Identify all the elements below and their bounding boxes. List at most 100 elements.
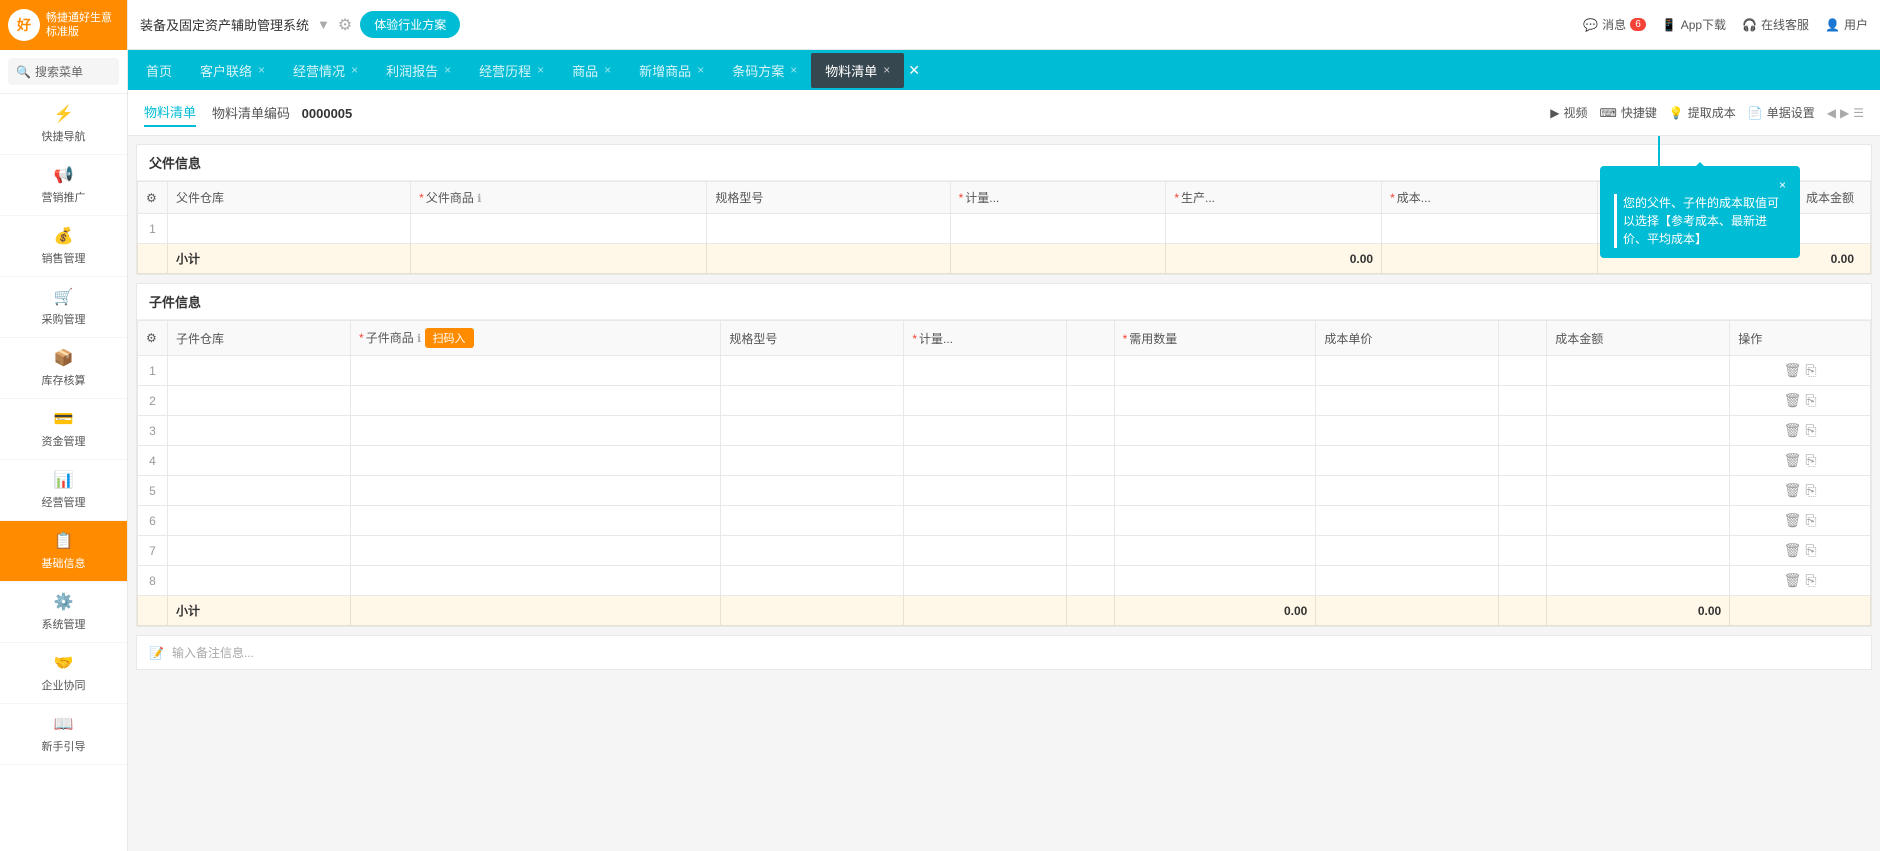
child-amount-6[interactable] <box>1547 506 1730 536</box>
delete-icon-7[interactable]: 🗑 <box>1784 542 1802 559</box>
delete-icon-1[interactable]: 🗑 <box>1784 362 1802 379</box>
child-unit-cost-7[interactable] <box>1316 536 1499 566</box>
delete-icon-2[interactable]: 🗑 <box>1784 392 1802 409</box>
sidebar-item-finance[interactable]: 💳 资金管理 <box>0 399 127 460</box>
child-qty-5[interactable] <box>1114 476 1316 506</box>
child-spec-3[interactable] <box>721 416 904 446</box>
child-spec-6[interactable] <box>721 506 904 536</box>
user-menu-button[interactable]: 👤 用户 <box>1825 16 1868 33</box>
child-qty-4[interactable] <box>1114 446 1316 476</box>
child-unit-cost-8[interactable] <box>1316 566 1499 596</box>
tab-bom[interactable]: 物料清单 × <box>811 53 904 88</box>
child-warehouse-2[interactable] <box>168 386 351 416</box>
child-amount-8[interactable] <box>1547 566 1730 596</box>
child-warehouse-6[interactable] <box>168 506 351 536</box>
app-download-button[interactable]: 📱 App下载 <box>1662 16 1726 33</box>
child-unit-1[interactable] <box>904 356 1066 386</box>
sidebar-item-guide[interactable]: 📖 新手引导 <box>0 704 127 765</box>
settings-icon[interactable]: ⚙ <box>338 15 352 35</box>
parent-spec-1[interactable] <box>707 214 950 244</box>
copy-icon-4[interactable]: ⎘ <box>1805 452 1816 469</box>
message-button[interactable]: 💬 消息 6 <box>1583 16 1646 33</box>
sidebar-item-operations[interactable]: 📊 经营管理 <box>0 460 127 521</box>
child-unit-cost-4[interactable] <box>1316 446 1499 476</box>
tab-new-goods[interactable]: 新增商品 × <box>625 53 718 88</box>
delete-icon-4[interactable]: 🗑 <box>1784 452 1802 469</box>
sidebar-item-inventory[interactable]: 📦 库存核算 <box>0 338 127 399</box>
delete-icon-5[interactable]: 🗑 <box>1784 482 1802 499</box>
child-warehouse-8[interactable] <box>168 566 351 596</box>
child-qty-1[interactable] <box>1114 356 1316 386</box>
tab-customer[interactable]: 客户联络 × <box>186 53 279 88</box>
child-spec-2[interactable] <box>721 386 904 416</box>
prev-button[interactable]: ◀ <box>1827 106 1836 120</box>
note-placeholder[interactable]: 输入备注信息... <box>172 644 254 661</box>
child-goods-5[interactable] <box>351 476 721 506</box>
search-menu-button[interactable]: 🔍 搜索菜单 <box>8 58 119 85</box>
child-warehouse-4[interactable] <box>168 446 351 476</box>
close-all-tabs[interactable]: ✕ <box>908 62 920 79</box>
tab-operations-close[interactable]: × <box>351 63 358 77</box>
experience-button[interactable]: 体验行业方案 <box>360 11 460 38</box>
tab-history-close[interactable]: × <box>537 63 544 77</box>
doc-settings-button[interactable]: 📄 单据设置 <box>1748 104 1815 121</box>
copy-icon-2[interactable]: ⎘ <box>1805 392 1816 409</box>
child-qty-8[interactable] <box>1114 566 1316 596</box>
child-qty-7[interactable] <box>1114 536 1316 566</box>
sidebar-item-basic-info[interactable]: 📋 基础信息 <box>0 521 127 582</box>
tooltip-close-button[interactable]: × <box>1779 176 1786 194</box>
parent-unit-1[interactable] <box>950 214 1166 244</box>
child-unit-7[interactable] <box>904 536 1066 566</box>
child-spec-1[interactable] <box>721 356 904 386</box>
delete-icon-8[interactable]: 🗑 <box>1784 572 1802 589</box>
tab-history[interactable]: 经营历程 × <box>465 53 558 88</box>
child-warehouse-7[interactable] <box>168 536 351 566</box>
child-warehouse-3[interactable] <box>168 416 351 446</box>
extract-cost-button[interactable]: 💡 提取成本 <box>1669 104 1736 121</box>
child-unit-6[interactable] <box>904 506 1066 536</box>
parent-cost-1[interactable] <box>1382 214 1598 244</box>
child-goods-3[interactable] <box>351 416 721 446</box>
tab-barcode-close[interactable]: × <box>790 63 797 77</box>
video-button[interactable]: ▶ 视频 <box>1550 104 1587 121</box>
child-unit-cost-2[interactable] <box>1316 386 1499 416</box>
copy-icon-3[interactable]: ⎘ <box>1805 422 1816 439</box>
online-service-button[interactable]: 🎧 在线客服 <box>1742 16 1809 33</box>
child-spec-5[interactable] <box>721 476 904 506</box>
child-unit-2[interactable] <box>904 386 1066 416</box>
child-spec-4[interactable] <box>721 446 904 476</box>
child-unit-cost-3[interactable] <box>1316 416 1499 446</box>
child-spec-7[interactable] <box>721 536 904 566</box>
sidebar-item-cooperation[interactable]: 🤝 企业协同 <box>0 643 127 704</box>
child-col-setting[interactable]: ⚙ <box>138 321 168 356</box>
sidebar-item-marketing[interactable]: 📢 营销推广 <box>0 155 127 216</box>
delete-icon-3[interactable]: 🗑 <box>1784 422 1802 439</box>
parent-produce-1[interactable] <box>1166 214 1382 244</box>
tab-profit[interactable]: 利润报告 × <box>372 53 465 88</box>
copy-icon-5[interactable]: ⎘ <box>1805 482 1816 499</box>
tab-barcode[interactable]: 条码方案 × <box>718 53 811 88</box>
child-goods-8[interactable] <box>351 566 721 596</box>
child-goods-7[interactable] <box>351 536 721 566</box>
dropdown-icon[interactable]: ▼ <box>317 17 330 32</box>
child-amount-1[interactable] <box>1547 356 1730 386</box>
tab-new-goods-close[interactable]: × <box>697 63 704 77</box>
child-amount-4[interactable] <box>1547 446 1730 476</box>
sidebar-item-purchase[interactable]: 🛒 采购管理 <box>0 277 127 338</box>
child-warehouse-5[interactable] <box>168 476 351 506</box>
child-amount-3[interactable] <box>1547 416 1730 446</box>
copy-icon-1[interactable]: ⎘ <box>1805 362 1816 379</box>
parent-col-setting[interactable]: ⚙ <box>138 182 168 214</box>
child-unit-8[interactable] <box>904 566 1066 596</box>
tab-goods-close[interactable]: × <box>604 63 611 77</box>
child-amount-5[interactable] <box>1547 476 1730 506</box>
child-amount-2[interactable] <box>1547 386 1730 416</box>
tab-profit-close[interactable]: × <box>444 63 451 77</box>
next-button[interactable]: ▶ <box>1840 106 1849 120</box>
sidebar-item-sales[interactable]: 💰 销售管理 <box>0 216 127 277</box>
copy-icon-6[interactable]: ⎘ <box>1805 512 1816 529</box>
sidebar-item-system[interactable]: ⚙️ 系统管理 <box>0 582 127 643</box>
child-qty-6[interactable] <box>1114 506 1316 536</box>
child-unit-cost-1[interactable] <box>1316 356 1499 386</box>
tab-home[interactable]: 首页 <box>132 53 186 88</box>
